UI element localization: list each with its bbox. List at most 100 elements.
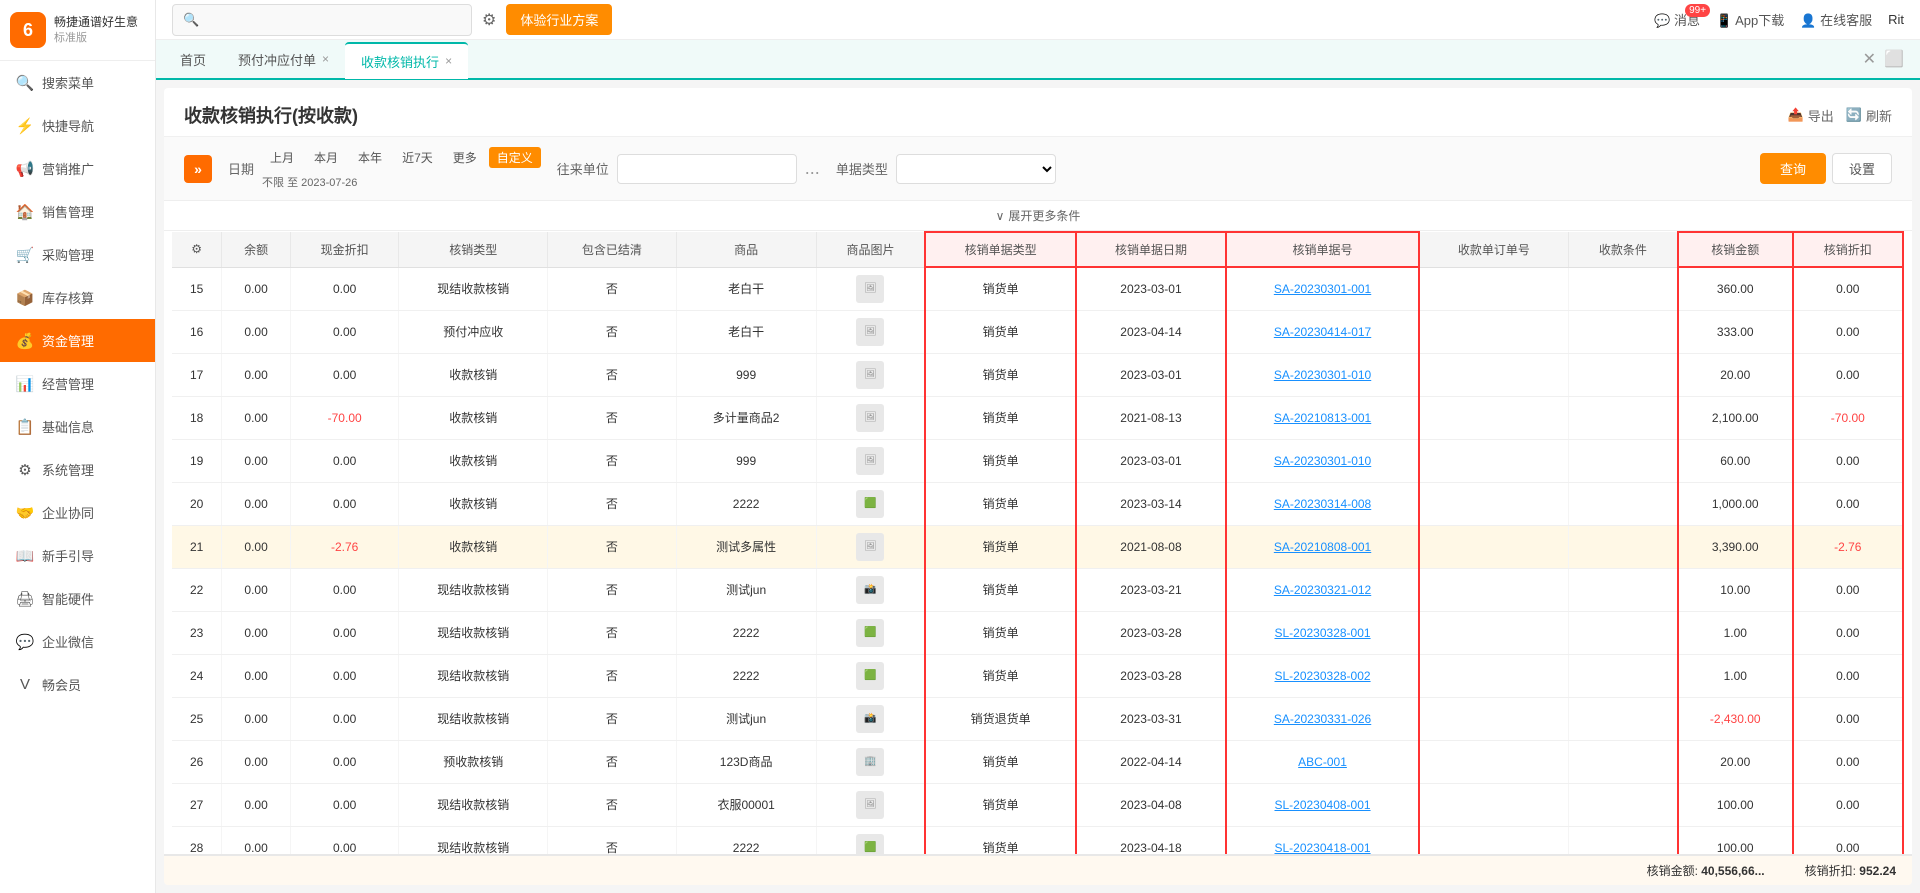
sidebar-item-0[interactable]: 🔍搜索菜单 (0, 61, 155, 104)
table-cell: 2023-04-14 (1076, 310, 1226, 353)
sidebar-item-4[interactable]: 🛒采购管理 (0, 233, 155, 276)
window-maximize-btn[interactable]: ⬜ (1884, 49, 1904, 69)
table-cell[interactable]: SA-20230321-012 (1226, 568, 1419, 611)
table-cell: 0.00 (1793, 568, 1903, 611)
date-pill-本月[interactable]: 本月 (306, 147, 346, 168)
product-image: 📸 (856, 705, 884, 733)
table-cell[interactable]: SL-20230418-001 (1226, 826, 1419, 854)
table-cell: 🖼 (816, 525, 925, 568)
tab-close-1[interactable]: × (322, 52, 329, 66)
expand-more-btn[interactable]: ∨ 展开更多条件 (996, 207, 1081, 224)
date-pill-更多[interactable]: 更多 (445, 147, 485, 168)
col-header-0: ⚙ (172, 232, 222, 267)
partner-input[interactable] (617, 154, 797, 184)
sidebar-item-9[interactable]: ⚙系统管理 (0, 448, 155, 491)
product-image: 🟩 (856, 662, 884, 690)
export-btn[interactable]: 📤 导出 (1788, 106, 1834, 125)
date-label: 日期 (228, 159, 254, 178)
table-cell: 0.00 (222, 611, 291, 654)
table-cell (1419, 568, 1569, 611)
bill-type-select[interactable] (896, 154, 1056, 184)
table-cell: 0.00 (1793, 783, 1903, 826)
tab-label-2: 收款核销执行 (361, 52, 439, 71)
window-close-btn[interactable]: ✕ (1863, 49, 1876, 69)
table-cell[interactable]: SA-20230301-010 (1226, 353, 1419, 396)
table-cell: 0.00 (222, 740, 291, 783)
app-download-btn[interactable]: 📱 App下载 (1716, 10, 1784, 29)
search-bar[interactable]: 🔍 (172, 4, 472, 36)
table-cell[interactable]: SL-20230328-002 (1226, 654, 1419, 697)
tab-2[interactable]: 收款核销执行 × (345, 42, 468, 79)
table-cell: 999 (676, 439, 816, 482)
content-header: 收款核销执行(按收款) 📤 导出 🔄 刷新 (164, 88, 1912, 137)
nav-label-14: 畅会员 (42, 675, 81, 694)
sidebar-item-10[interactable]: 🤝企业协同 (0, 491, 155, 534)
refresh-btn[interactable]: 🔄 刷新 (1846, 106, 1892, 125)
table-row: 250.000.00现结收款核销否测试jun📸销货退货单2023-03-31SA… (172, 697, 1903, 740)
nav-icon-9: ⚙ (16, 461, 34, 479)
table-cell[interactable]: SA-20230414-017 (1226, 310, 1419, 353)
table-cell[interactable]: ABC-001 (1226, 740, 1419, 783)
table-cell: 22 (172, 568, 222, 611)
table-cell[interactable]: SA-20210808-001 (1226, 525, 1419, 568)
table-cell: 测试jun (676, 568, 816, 611)
nav-label-3: 销售管理 (42, 202, 94, 221)
sidebar-item-5[interactable]: 📦库存核算 (0, 276, 155, 319)
table-cell (1568, 740, 1677, 783)
online-service-btn[interactable]: 👤 在线客服 (1800, 10, 1872, 29)
table-cell[interactable]: SA-20230301-001 (1226, 267, 1419, 310)
sidebar-item-11[interactable]: 📖新手引导 (0, 534, 155, 577)
partner-dots[interactable]: ... (805, 158, 820, 179)
nav-label-5: 库存核算 (42, 288, 94, 307)
table-cell[interactable]: SL-20230408-001 (1226, 783, 1419, 826)
table-cell: 25 (172, 697, 222, 740)
sidebar-item-3[interactable]: 🏠销售管理 (0, 190, 155, 233)
filter-expand-btn[interactable]: » (184, 155, 212, 183)
query-btn[interactable]: 查询 (1760, 153, 1826, 184)
table-cell: 0.00 (222, 396, 291, 439)
tab-close-2[interactable]: × (445, 54, 452, 68)
sidebar-item-2[interactable]: 📢营销推广 (0, 147, 155, 190)
table-cell: 17 (172, 353, 222, 396)
page-title: 收款核销执行(按收款) (184, 102, 358, 128)
table-cell: 1.00 (1678, 611, 1793, 654)
tab-0[interactable]: 首页 (164, 42, 222, 77)
table-cell[interactable]: SA-20230314-008 (1226, 482, 1419, 525)
table-cell[interactable]: SA-20210813-001 (1226, 396, 1419, 439)
table-cell: 现结收款核销 (399, 568, 548, 611)
message-btn[interactable]: 💬 99+ 消息 (1654, 10, 1700, 29)
table-row: 190.000.00收款核销否999🖼销货单2023-03-01SA-20230… (172, 439, 1903, 482)
table-cell: 收款核销 (399, 525, 548, 568)
industry-btn[interactable]: 体验行业方案 (506, 4, 612, 35)
date-pill-本年[interactable]: 本年 (350, 147, 390, 168)
table-cell: 🟩 (816, 826, 925, 854)
sidebar-item-6[interactable]: 💰资金管理 (0, 319, 155, 362)
sidebar-item-12[interactable]: 🖨智能硬件 (0, 577, 155, 620)
sidebar-item-1[interactable]: ⚡快捷导航 (0, 104, 155, 147)
date-pill-近7天[interactable]: 近7天 (394, 147, 441, 168)
table-cell (1419, 697, 1569, 740)
nav-icon-1: ⚡ (16, 117, 34, 135)
table-cell[interactable]: SA-20230331-026 (1226, 697, 1419, 740)
table-cell (1419, 654, 1569, 697)
table-cell: 多计量商品2 (676, 396, 816, 439)
table-cell: 否 (548, 310, 677, 353)
table-cell[interactable]: SL-20230328-001 (1226, 611, 1419, 654)
gear-icon[interactable]: ⚙ (482, 10, 496, 30)
nav-label-13: 企业微信 (42, 632, 94, 651)
date-pill-custom[interactable]: 自定义 (489, 147, 541, 168)
nav-label-7: 经营管理 (42, 374, 94, 393)
sidebar-item-14[interactable]: V畅会员 (0, 663, 155, 706)
table-cell[interactable]: SA-20230301-010 (1226, 439, 1419, 482)
sidebar-item-7[interactable]: 📊经营管理 (0, 362, 155, 405)
table-row: 200.000.00收款核销否2222🟩销货单2023-03-14SA-2023… (172, 482, 1903, 525)
tab-1[interactable]: 预付冲应付单× (222, 42, 345, 77)
date-pill-上月[interactable]: 上月 (262, 147, 302, 168)
table-cell: -70.00 (290, 396, 399, 439)
nav-label-6: 资金管理 (42, 331, 94, 350)
settings-btn[interactable]: 设置 (1832, 153, 1892, 184)
tab-label-0: 首页 (180, 50, 206, 69)
table-cell: 📸 (816, 697, 925, 740)
sidebar-item-13[interactable]: 💬企业微信 (0, 620, 155, 663)
sidebar-item-8[interactable]: 📋基础信息 (0, 405, 155, 448)
